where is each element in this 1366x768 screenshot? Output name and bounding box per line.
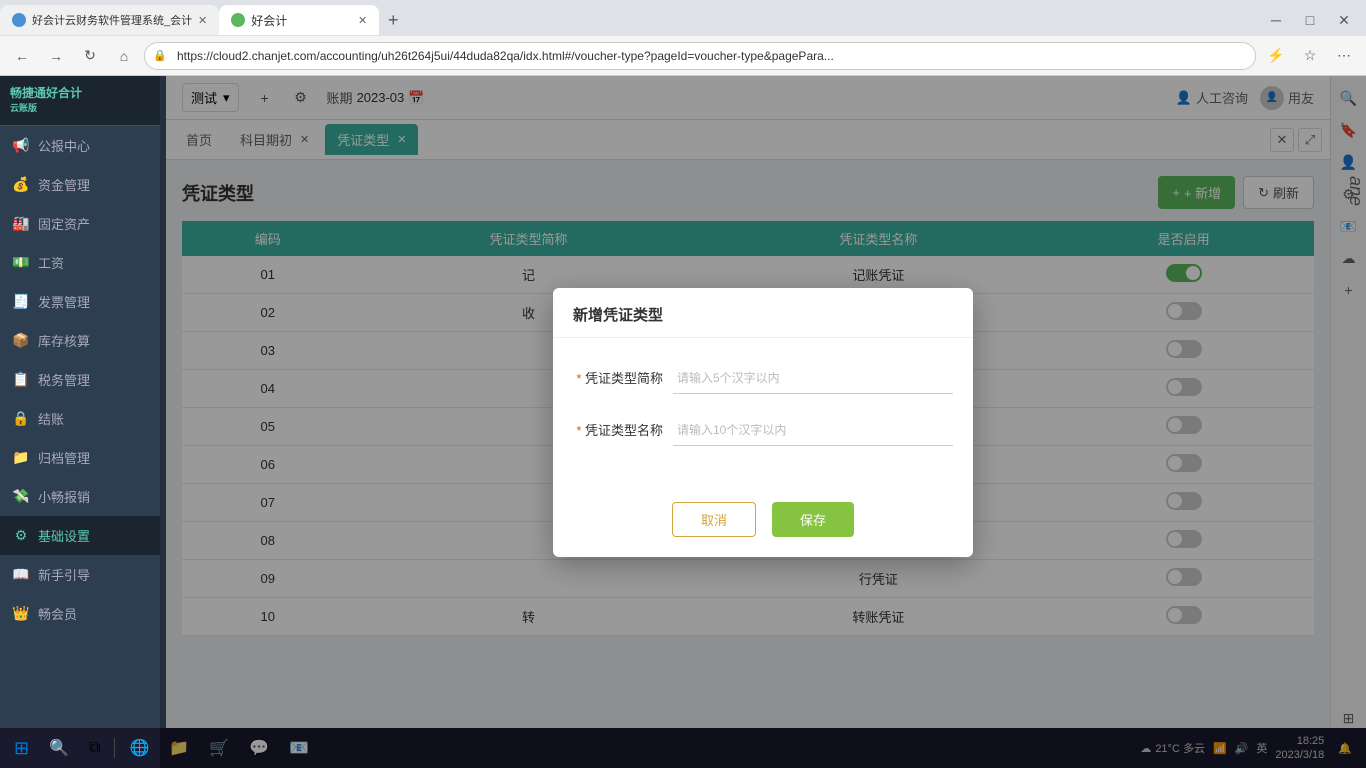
invoice-icon: 🧾 bbox=[12, 292, 30, 310]
sidebar-item-label: 结账 bbox=[38, 409, 64, 428]
member-icon: 👑 bbox=[12, 604, 30, 622]
archive-icon: 📁 bbox=[12, 448, 30, 466]
sidebar-item-tax[interactable]: 📋 税务管理 bbox=[0, 360, 160, 399]
tab-1-close[interactable]: ✕ bbox=[198, 14, 207, 27]
tab-2-close[interactable]: ✕ bbox=[358, 14, 367, 27]
reload-button[interactable]: ↻ bbox=[76, 42, 104, 70]
sidebar-item-label: 发票管理 bbox=[38, 292, 90, 311]
capital-icon: 💰 bbox=[12, 175, 30, 193]
maximize-button[interactable]: □ bbox=[1296, 6, 1324, 34]
sidebar-item-label: 库存核算 bbox=[38, 331, 90, 350]
address-lock-icon: 🔒 bbox=[153, 49, 167, 62]
guide-icon: 📖 bbox=[12, 565, 30, 583]
browser-controls: ← → ↻ ⌂ 🔒 https://cloud2.chanjet.com/acc… bbox=[0, 36, 1366, 76]
address-text: https://cloud2.chanjet.com/accounting/uh… bbox=[177, 49, 834, 63]
sidebar-item-invoice[interactable]: 🧾 发票管理 bbox=[0, 282, 160, 321]
sidebar-item-payroll[interactable]: 💵 工资 bbox=[0, 243, 160, 282]
sidebar-item-inventory[interactable]: 📦 库存核算 bbox=[0, 321, 160, 360]
modal-overlay: 新增凭证类型 凭证类型简称 凭证类型名称 取消 保存 bbox=[160, 76, 1366, 768]
full-name-label: 凭证类型名称 bbox=[573, 420, 673, 439]
sidebar-item-expense[interactable]: 💸 小畅报销 bbox=[0, 477, 160, 516]
sidebar-item-archive[interactable]: 📁 归档管理 bbox=[0, 438, 160, 477]
taskbar-separator bbox=[114, 738, 115, 758]
sidebar: 畅捷通好合计云账版 📢 公报中心 💰 资金管理 🏭 固定资产 💵 bbox=[0, 76, 160, 768]
inventory-icon: 📦 bbox=[12, 331, 30, 349]
browser-taskbar-button[interactable]: 🌐 bbox=[123, 732, 155, 764]
sidebar-item-label: 资金管理 bbox=[38, 175, 90, 194]
tab-2-title: 好会计 bbox=[251, 12, 287, 29]
task-view-button[interactable]: ⧉ bbox=[83, 732, 106, 764]
back-button[interactable]: ← bbox=[8, 42, 36, 70]
cancel-button[interactable]: 取消 bbox=[672, 502, 756, 537]
closing-icon: 🔒 bbox=[12, 409, 30, 427]
task-view-icon: ⧉ bbox=[89, 739, 100, 757]
extensions-button[interactable]: ⚡ bbox=[1262, 42, 1290, 70]
sidebar-header: 畅捷通好合计云账版 bbox=[0, 76, 160, 126]
modal-title: 新增凭证类型 bbox=[553, 288, 973, 338]
sidebar-item-label: 工资 bbox=[38, 253, 64, 272]
sidebar-item-label: 税务管理 bbox=[38, 370, 90, 389]
forward-button[interactable]: → bbox=[42, 42, 70, 70]
sidebar-item-label: 归档管理 bbox=[38, 448, 90, 467]
tax-icon: 📋 bbox=[12, 370, 30, 388]
sidebar-nav: 📢 公报中心 💰 资金管理 🏭 固定资产 💵 工资 🧾 发票管理 bbox=[0, 126, 160, 734]
sidebar-logo-text: 畅捷通好合计云账版 bbox=[10, 86, 82, 115]
save-button[interactable]: 保存 bbox=[772, 502, 854, 537]
new-tab-button[interactable]: + bbox=[379, 6, 407, 34]
sidebar-item-label: 小畅报销 bbox=[38, 487, 90, 506]
modal-body: 凭证类型简称 凭证类型名称 bbox=[553, 338, 973, 490]
minimize-button[interactable]: ─ bbox=[1262, 6, 1290, 34]
tab-1[interactable]: 好会计云财务软件管理系统_会计 ✕ bbox=[0, 5, 219, 35]
settings-icon: ⚙ bbox=[12, 526, 30, 544]
browser-settings-button[interactable]: ⋯ bbox=[1330, 42, 1358, 70]
home-button[interactable]: ⌂ bbox=[110, 42, 138, 70]
sidebar-item-label: 公报中心 bbox=[38, 136, 90, 155]
close-window-button[interactable]: ✕ bbox=[1330, 6, 1358, 34]
favorites-button[interactable]: ☆ bbox=[1296, 42, 1324, 70]
expense-icon: 💸 bbox=[12, 487, 30, 505]
sidebar-item-settings[interactable]: ⚙ 基础设置 bbox=[0, 516, 160, 555]
tab-2-icon bbox=[231, 13, 245, 27]
add-voucher-type-modal: 新增凭证类型 凭证类型简称 凭证类型名称 取消 保存 bbox=[553, 288, 973, 557]
tab-bar: 好会计云财务软件管理系统_会计 ✕ 好会计 ✕ + ─ □ ✕ bbox=[0, 0, 1366, 36]
modal-footer: 取消 保存 bbox=[553, 490, 973, 557]
sidebar-item-label: 畅会员 bbox=[38, 604, 77, 623]
form-row-short-name: 凭证类型简称 bbox=[573, 362, 953, 394]
browser-taskbar-icon: 🌐 bbox=[129, 738, 149, 758]
start-button[interactable]: ⊞ bbox=[8, 732, 35, 764]
search-taskbar-icon: 🔍 bbox=[49, 738, 69, 758]
sidebar-logo: 畅捷通好合计云账版 bbox=[10, 86, 82, 115]
short-name-input[interactable] bbox=[673, 362, 953, 394]
sidebar-item-guide[interactable]: 📖 新手引导 bbox=[0, 555, 160, 594]
address-bar[interactable]: 🔒 https://cloud2.chanjet.com/accounting/… bbox=[144, 42, 1256, 70]
sidebar-item-member[interactable]: 👑 畅会员 bbox=[0, 594, 160, 633]
browser-chrome: 好会计云财务软件管理系统_会计 ✕ 好会计 ✕ + ─ □ ✕ ← → ↻ ⌂ … bbox=[0, 0, 1366, 76]
tab-2[interactable]: 好会计 ✕ bbox=[219, 5, 379, 35]
short-name-label: 凭证类型简称 bbox=[573, 368, 673, 387]
sidebar-item-capital[interactable]: 💰 资金管理 bbox=[0, 165, 160, 204]
form-row-full-name: 凭证类型名称 bbox=[573, 414, 953, 446]
announcements-icon: 📢 bbox=[12, 136, 30, 154]
sidebar-item-fixed-assets[interactable]: 🏭 固定资产 bbox=[0, 204, 160, 243]
full-name-input[interactable] bbox=[673, 414, 953, 446]
fixed-assets-icon: 🏭 bbox=[12, 214, 30, 232]
payroll-icon: 💵 bbox=[12, 253, 30, 271]
sidebar-item-label: 基础设置 bbox=[38, 526, 90, 545]
sidebar-item-label: 固定资产 bbox=[38, 214, 90, 233]
tab-1-icon bbox=[12, 13, 26, 27]
windows-icon: ⊞ bbox=[14, 738, 29, 759]
sidebar-item-closing[interactable]: 🔒 结账 bbox=[0, 399, 160, 438]
tab-1-title: 好会计云财务软件管理系统_会计 bbox=[32, 12, 192, 28]
sidebar-item-announcements[interactable]: 📢 公报中心 bbox=[0, 126, 160, 165]
sidebar-item-label: 新手引导 bbox=[38, 565, 90, 584]
search-taskbar-button[interactable]: 🔍 bbox=[43, 732, 75, 764]
